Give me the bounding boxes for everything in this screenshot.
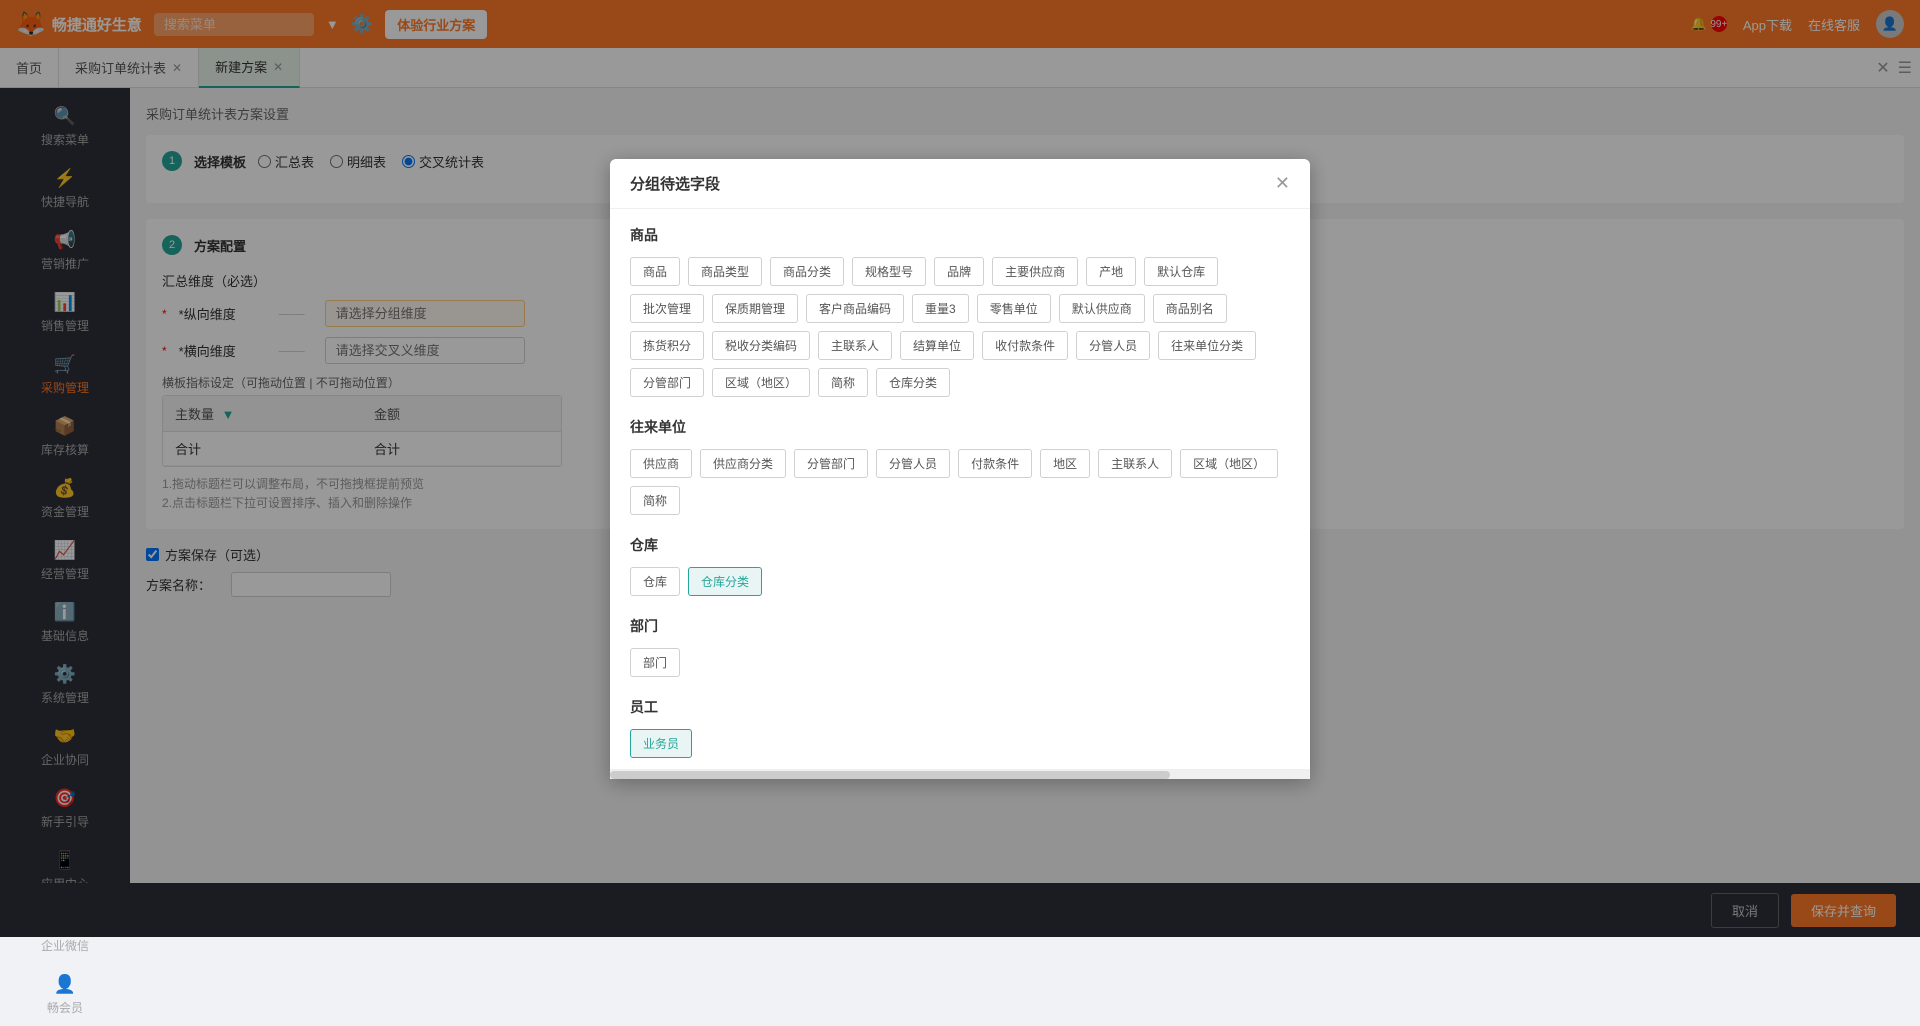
field-tag-spec-model[interactable]: 规格型号	[852, 257, 926, 286]
field-tag-supervisor2[interactable]: 分管人员	[876, 449, 950, 478]
field-tag-goods-alias[interactable]: 商品别名	[1153, 294, 1227, 323]
field-tag-settlement-unit[interactable]: 结算单位	[900, 331, 974, 360]
member-icon: 👤	[54, 974, 76, 995]
field-tag-customer-code[interactable]: 客户商品编码	[806, 294, 904, 323]
field-tag-supervisor[interactable]: 分管人员	[1076, 331, 1150, 360]
field-tag-payment-terms[interactable]: 收付款条件	[982, 331, 1068, 360]
goods-tags: 商品 商品类型 商品分类 规格型号 品牌 主要供应商 产地 默认仓库 批次管理 …	[630, 257, 1290, 397]
field-tag-weight3[interactable]: 重量3	[912, 294, 969, 323]
field-tag-supplier-category[interactable]: 供应商分类	[700, 449, 786, 478]
section-goods: 商品 商品 商品类型 商品分类 规格型号 品牌 主要供应商 产地 默认仓库 批次…	[630, 225, 1290, 397]
field-tag-goods[interactable]: 商品	[630, 257, 680, 286]
section-partner: 往来单位 供应商 供应商分类 分管部门 分管人员 付款条件 地区 主联系人 区域…	[630, 417, 1290, 515]
field-tag-goods-category[interactable]: 商品分类	[770, 257, 844, 286]
modal-h-scrollbar[interactable]	[610, 769, 1310, 779]
field-tag-dept2[interactable]: 分管部门	[794, 449, 868, 478]
section-goods-title: 商品	[630, 225, 1290, 245]
field-tag-origin[interactable]: 产地	[1086, 257, 1136, 286]
section-dept: 部门 部门	[630, 616, 1290, 677]
dept-tags: 部门	[630, 648, 1290, 677]
field-tag-salesperson[interactable]: 业务员	[630, 729, 692, 758]
field-tag-warehouse-cat[interactable]: 仓库分类	[688, 567, 762, 596]
modal-overlay: 分组待选字段 ✕ 商品 商品 商品类型 商品分类 规格型号 品牌 主要供应商 产…	[0, 0, 1920, 937]
field-tag-batch-mgmt[interactable]: 批次管理	[630, 294, 704, 323]
modal-h-scrollbar-thumb[interactable]	[610, 771, 1170, 779]
section-warehouse: 仓库 仓库 仓库分类	[630, 535, 1290, 596]
field-tag-default-supplier[interactable]: 默认供应商	[1059, 294, 1145, 323]
field-tag-payment-cond[interactable]: 付款条件	[958, 449, 1032, 478]
section-warehouse-title: 仓库	[630, 535, 1290, 555]
modal-body[interactable]: 商品 商品 商品类型 商品分类 规格型号 品牌 主要供应商 产地 默认仓库 批次…	[610, 209, 1310, 769]
field-tag-abbr[interactable]: 简称	[818, 368, 868, 397]
field-tag-retail-unit[interactable]: 零售单位	[977, 294, 1051, 323]
field-tag-brand[interactable]: 品牌	[934, 257, 984, 286]
warehouse-tags: 仓库 仓库分类	[630, 567, 1290, 596]
field-tag-main-supplier[interactable]: 主要供应商	[992, 257, 1078, 286]
field-tag-supplier[interactable]: 供应商	[630, 449, 692, 478]
section-employee-title: 员工	[630, 697, 1290, 717]
field-select-modal: 分组待选字段 ✕ 商品 商品 商品类型 商品分类 规格型号 品牌 主要供应商 产…	[610, 159, 1310, 779]
field-tag-abbr2[interactable]: 简称	[630, 486, 680, 515]
field-tag-region2[interactable]: 区域（地区）	[1180, 449, 1278, 478]
sidebar-item-corp-wechat-label: 企业微信	[41, 937, 89, 954]
field-tag-warehouse-category[interactable]: 仓库分类	[876, 368, 950, 397]
field-tag-goods-type[interactable]: 商品类型	[688, 257, 762, 286]
field-tag-default-warehouse[interactable]: 默认仓库	[1144, 257, 1218, 286]
section-employee: 员工 业务员	[630, 697, 1290, 758]
field-tag-main-contact2[interactable]: 主联系人	[1098, 449, 1172, 478]
field-tag-region[interactable]: 区域（地区）	[712, 368, 810, 397]
sidebar-item-member[interactable]: 👤 畅会员	[0, 964, 130, 1026]
field-tag-main-contact[interactable]: 主联系人	[818, 331, 892, 360]
section-dept-title: 部门	[630, 616, 1290, 636]
field-tag-warehouse[interactable]: 仓库	[630, 567, 680, 596]
section-partner-title: 往来单位	[630, 417, 1290, 437]
modal-title: 分组待选字段	[630, 173, 720, 194]
field-tag-tax-code[interactable]: 税收分类编码	[712, 331, 810, 360]
field-tag-dept[interactable]: 分管部门	[630, 368, 704, 397]
modal-close-button[interactable]: ✕	[1275, 173, 1290, 194]
field-tag-department[interactable]: 部门	[630, 648, 680, 677]
field-tag-shelf-life[interactable]: 保质期管理	[712, 294, 798, 323]
partner-tags: 供应商 供应商分类 分管部门 分管人员 付款条件 地区 主联系人 区域（地区） …	[630, 449, 1290, 515]
field-tag-area[interactable]: 地区	[1040, 449, 1090, 478]
employee-tags: 业务员	[630, 729, 1290, 758]
sidebar-item-member-label: 畅会员	[47, 999, 83, 1016]
modal-header: 分组待选字段 ✕	[610, 159, 1310, 209]
field-tag-pick-points[interactable]: 拣货积分	[630, 331, 704, 360]
field-tag-partner-category[interactable]: 往来单位分类	[1158, 331, 1256, 360]
